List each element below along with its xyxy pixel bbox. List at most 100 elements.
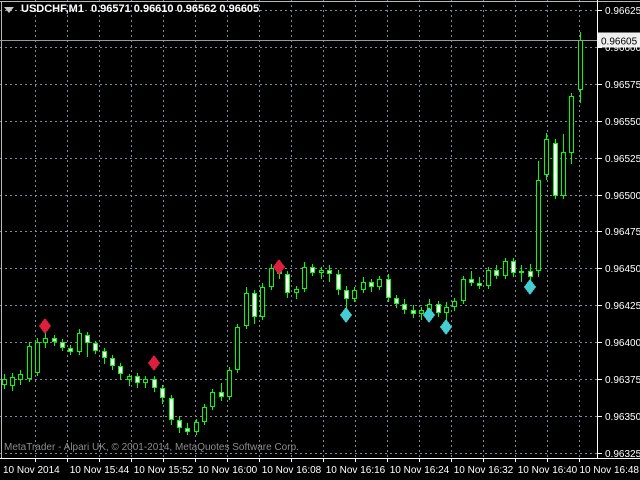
sell-signal-diamond-icon [273, 259, 285, 275]
candle-body-bull-fill [353, 291, 356, 298]
candle [152, 376, 157, 392]
price-axis[interactable]: 0.966250.966000.965750.965500.965250.965… [597, 6, 640, 460]
candle [68, 345, 73, 355]
candle [411, 305, 416, 318]
candle [553, 139, 558, 199]
price-axis-label: 0.96350 [605, 412, 640, 423]
price-axis-label: 0.96525 [605, 154, 640, 165]
candle [519, 265, 524, 282]
candle-body-bear-fill [328, 271, 331, 273]
candle [18, 370, 23, 385]
watermark: MetaTrader - Alpari UK, © 2001-2014, Met… [4, 442, 299, 453]
candle-body-bear-fill [387, 280, 390, 297]
candle-body-bear-fill [478, 284, 481, 285]
candle-body-bear-fill [403, 305, 406, 309]
candle-body-bull-fill [78, 334, 81, 351]
candle [344, 286, 349, 311]
candle-body-bull-fill [545, 140, 548, 174]
time-axis-label: 10 Nov 16:40 [518, 465, 578, 476]
candle [143, 376, 148, 388]
candle [135, 373, 140, 388]
candle [169, 395, 174, 425]
bid-price-line-group: 0.96605 [0, 32, 640, 48]
candle [310, 264, 315, 276]
candle [461, 276, 466, 304]
candle-body-bull-fill [579, 41, 582, 89]
candle-body-bear-fill [286, 275, 289, 292]
candle-body-bull-fill [11, 378, 14, 385]
candle [227, 367, 232, 400]
candle [235, 324, 240, 373]
candle [102, 348, 107, 364]
chart-canvas[interactable]: 0.966250.966000.965750.965500.965250.965… [0, 0, 640, 480]
price-axis-label: 0.96475 [605, 227, 640, 238]
candle-body-bear-fill [178, 421, 181, 427]
time-axis-label: 10 Nov 15:52 [134, 465, 194, 476]
candle-body-bull-fill [228, 371, 231, 396]
candle [52, 335, 57, 346]
candle-body-bull-fill [236, 328, 239, 369]
buy-signal-diamond-icon [423, 307, 435, 323]
time-axis-label: 10 Nov 2014 [3, 465, 60, 476]
price-axis-label: 0.96400 [605, 338, 640, 349]
candle [319, 267, 324, 279]
bid-price-tag-label: 0.96605 [601, 37, 638, 48]
candle-body-bull-fill [420, 311, 423, 313]
candle [10, 373, 15, 391]
candle [110, 355, 115, 370]
candle-wick [521, 265, 522, 282]
candle-body-bear-fill [554, 144, 557, 195]
candle-body-bear-fill [253, 294, 256, 316]
candle-body-bear-fill [395, 299, 398, 303]
price-axis-label: 0.96425 [605, 301, 640, 312]
candle-body-bear-fill [53, 339, 56, 341]
sell-signal-diamond-icon [39, 318, 51, 334]
candle [402, 299, 407, 314]
price-axis-label: 0.96450 [605, 264, 640, 275]
candle-body-bear-fill [512, 262, 515, 272]
candle-body-bull-fill [378, 280, 381, 286]
candle [327, 265, 332, 282]
time-axis-label: 10 Nov 16:32 [454, 465, 514, 476]
time-axis[interactable]: 10 Nov 2014 10 Nov 15:44 10 Nov 15:52 10 No… [3, 459, 639, 476]
candle [419, 307, 424, 320]
price-axis-label: 0.96625 [605, 6, 640, 17]
candle [160, 385, 165, 404]
candle-body-bull-fill [537, 181, 540, 270]
candle-body-bear-fill [153, 380, 156, 387]
time-axis-label: 10 Nov 16:48 [580, 465, 640, 476]
candle [578, 32, 583, 103]
candle-body-bear-fill [437, 305, 440, 312]
chart-dropdown-icon[interactable] [4, 6, 14, 13]
candle [302, 262, 307, 292]
candle [486, 267, 491, 289]
time-axis-label: 10 Nov 16:24 [390, 465, 450, 476]
chart-ohlc-readout: 0.96571 0.96610 0.96562 0.96605 [90, 3, 260, 15]
candle-body-bear-fill [495, 271, 498, 275]
candle [27, 342, 32, 382]
candle-body-bear-fill [69, 349, 72, 351]
candle [436, 301, 441, 317]
grid-lines [0, 0, 597, 458]
candle-body-bull-fill [504, 262, 507, 275]
candle-body-bear-fill [86, 336, 89, 342]
price-axis-label: 0.96575 [605, 80, 640, 91]
candle [494, 265, 499, 279]
candle-body-bull-fill [570, 97, 573, 152]
candle-body-bear-fill [470, 280, 473, 282]
candle-body-bear-fill [345, 291, 348, 298]
candles [2, 32, 583, 435]
candle [469, 271, 474, 286]
candle-body-bull-fill [462, 280, 465, 300]
candle [503, 258, 508, 279]
price-axis-label: 0.96325 [605, 449, 640, 460]
candle [352, 287, 357, 302]
candle-body-bull-fill [362, 283, 365, 289]
candle [336, 270, 341, 295]
candle [394, 295, 399, 308]
candle-body-bull-fill [36, 343, 39, 372]
time-axis-label: 10 Nov 16:00 [198, 465, 258, 476]
candle-body-bear-fill [337, 275, 340, 289]
candle [202, 404, 207, 425]
candle [544, 133, 549, 180]
